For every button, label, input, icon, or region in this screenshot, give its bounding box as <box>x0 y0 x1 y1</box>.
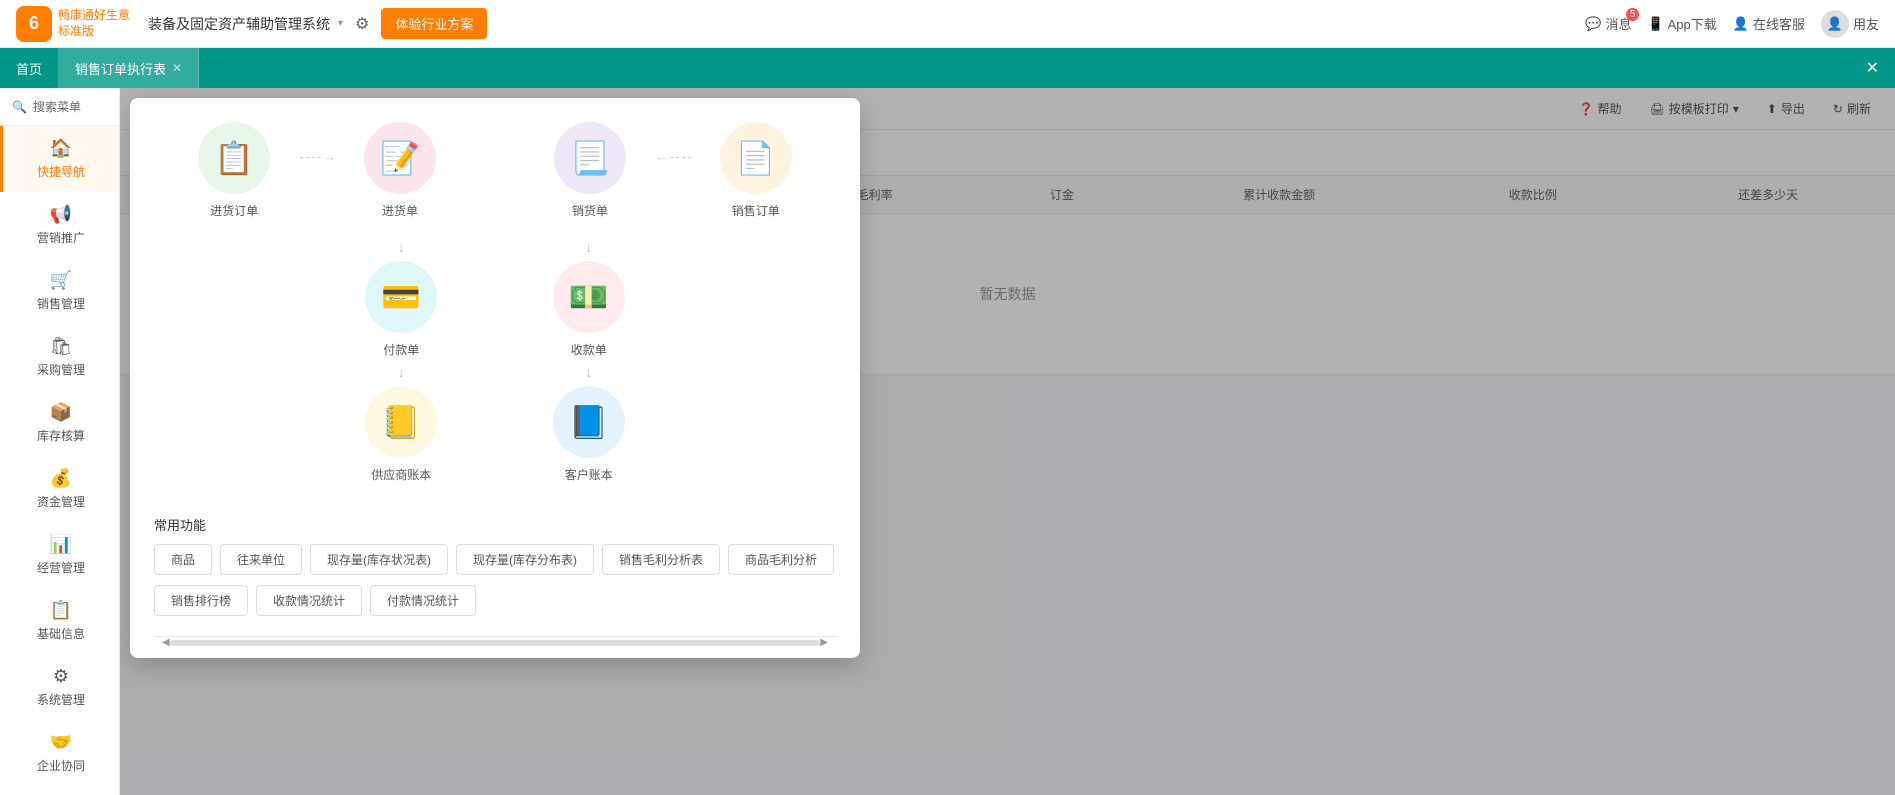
purchase-icon: 🛍 <box>50 336 73 357</box>
func-btn-goods-gross[interactable]: 商品毛利分析 <box>728 544 834 575</box>
user-avatar[interactable]: 👤 用友 <box>1821 10 1879 38</box>
operation-icon: 📊 <box>50 534 72 555</box>
workflow-payment-bill[interactable]: 💳 付款单 <box>336 261 466 358</box>
payment-bill-label: 付款单 <box>383 341 419 358</box>
service-icon: 👤 <box>1733 16 1749 32</box>
sidebar-item-finance[interactable]: 💰 资金管理 <box>0 456 119 522</box>
func-btn-payment-stats[interactable]: 付款情况统计 <box>370 585 476 616</box>
func-btn-inventory-status[interactable]: 现存量(库存状况表) <box>310 544 448 575</box>
trial-button[interactable]: 体验行业方案 <box>381 8 487 39</box>
nav-items: 🏠 快捷导航 📢 营销推广 🛒 销售管理 🛍 采购管理 📦 库存核 <box>0 126 119 795</box>
purchase-order-circle: 📋 <box>198 122 270 194</box>
receipt-bill-circle: 💵 <box>553 261 625 333</box>
logo-area: 6 畅康通好生意 标准版 <box>16 6 136 42</box>
scroll-left-icon[interactable]: ◀ <box>162 637 170 648</box>
workflow-purchase-order[interactable]: 📋 进货订单 <box>169 122 299 219</box>
sidebar-item-system[interactable]: ⚙ 系统管理 <box>0 654 119 720</box>
logo-text: 畅康通好生意 标准版 <box>58 8 130 39</box>
system-icon: ⚙ <box>53 666 69 687</box>
finance-icon: 💰 <box>50 468 72 489</box>
logo-icon: 6 <box>16 6 52 42</box>
workflow-section: 📋 进货订单 - - - - → 📝 <box>154 122 836 495</box>
system-title-dropdown-icon[interactable]: ▾ <box>338 18 343 29</box>
horizontal-scrollbar[interactable] <box>170 640 821 646</box>
marketing-icon: 📢 <box>50 204 72 225</box>
func-btn-goods[interactable]: 商品 <box>154 544 212 575</box>
settings-icon[interactable]: ⚙ <box>355 14 369 34</box>
receipt-bill-label: 收款单 <box>571 341 607 358</box>
close-all-button[interactable]: ✕ <box>1850 58 1895 78</box>
func-btn-sales-gross[interactable]: 销售毛利分析表 <box>602 544 720 575</box>
modal-overlay[interactable]: 📋 进货订单 - - - - → 📝 <box>120 88 1895 795</box>
tab-sales-label: 销售订单执行表 <box>75 59 166 78</box>
sidebar-item-purchase[interactable]: 🛍 采购管理 <box>0 324 119 390</box>
payment-bill-circle: 💳 <box>365 261 437 333</box>
sidebar-item-sales[interactable]: 🛒 销售管理 <box>0 258 119 324</box>
search-icon: 🔍 <box>12 100 27 114</box>
sale-bill-label: 销货单 <box>572 202 608 219</box>
sidebar-item-inventory[interactable]: 📦 库存核算 <box>0 390 119 456</box>
tab-sales-order[interactable]: 销售订单执行表 ✕ <box>59 48 199 88</box>
content-area: ❓ 帮助 🖨 按模板打印 ▾ ⬆ 导出 ↻ 刷新 <box>120 88 1895 795</box>
func-buttons-row1: 商品 往来单位 现存量(库存状况表) 现存量(库存分布表) 销售毛利分析表 商品… <box>154 544 836 575</box>
sidebar: 🔍 搜索菜单 🏠 快捷导航 📢 营销推广 🛒 销售管理 🛍 <box>0 88 120 795</box>
purchase-bill-circle: 📝 <box>364 122 436 194</box>
message-badge: 5 <box>1626 8 1640 21</box>
tab-home-label: 首页 <box>16 59 42 78</box>
tab-bar: 首页 销售订单执行表 ✕ ✕ <box>0 48 1895 88</box>
func-btn-sales-rank[interactable]: 销售排行榜 <box>154 585 248 616</box>
workflow-sale-order[interactable]: 📄 销售订单 <box>691 122 821 219</box>
sidebar-item-guide[interactable]: 📖 新手引导 <box>0 786 119 795</box>
supplier-ledger-label: 供应商账本 <box>371 466 431 483</box>
scroll-right-icon[interactable]: ▶ <box>820 637 828 648</box>
download-icon: 📱 <box>1647 16 1663 32</box>
sidebar-item-operation[interactable]: 📊 经营管理 <box>0 522 119 588</box>
sale-order-label: 销售订单 <box>732 202 780 219</box>
func-btn-contacts[interactable]: 往来单位 <box>220 544 302 575</box>
online-service-button[interactable]: 👤 在线客服 <box>1733 14 1805 33</box>
avatar-icon: 👤 <box>1821 10 1849 38</box>
system-title: 装备及固定资产辅助管理系统 ▾ <box>148 14 343 34</box>
inventory-icon: 📦 <box>50 402 72 423</box>
sales-icon: 🛒 <box>50 270 72 291</box>
basic-icon: 📋 <box>50 600 72 621</box>
app-download-button[interactable]: 📱 App下载 <box>1647 14 1716 33</box>
workflow-supplier-ledger[interactable]: 📒 供应商账本 <box>336 386 466 483</box>
message-button[interactable]: 💬 消息 5 <box>1585 14 1631 33</box>
workflow-sale-bill[interactable]: 📃 销货单 <box>525 122 655 219</box>
message-icon: 💬 <box>1585 16 1601 32</box>
customer-ledger-label: 客户账本 <box>565 466 613 483</box>
tab-home[interactable]: 首页 <box>0 48 59 88</box>
tab-close-icon[interactable]: ✕ <box>172 61 182 75</box>
common-func-title: 常用功能 <box>154 515 836 534</box>
header-right: 💬 消息 5 📱 App下载 👤 在线客服 👤 用友 <box>1585 10 1879 38</box>
workflow-receipt-bill[interactable]: 💵 收款单 <box>524 261 654 358</box>
customer-ledger-circle: 📘 <box>553 386 625 458</box>
sale-bill-circle: 📃 <box>554 122 626 194</box>
func-btn-inventory-dist[interactable]: 现存量(库存分布表) <box>456 544 594 575</box>
sidebar-item-enterprise[interactable]: 🤝 企业协同 <box>0 720 119 786</box>
quick-nav-icon: 🏠 <box>50 138 72 159</box>
modal-box: 📋 进货订单 - - - - → 📝 <box>130 98 860 658</box>
workflow-customer-ledger[interactable]: 📘 客户账本 <box>524 386 654 483</box>
sidebar-item-quick-nav[interactable]: 🏠 快捷导航 <box>0 126 119 192</box>
workflow-top-row: 📋 进货订单 - - - - → 📝 <box>154 122 836 219</box>
func-buttons-row2: 销售排行榜 收款情况统计 付款情况统计 <box>154 585 836 616</box>
scroll-area: ◀ ▶ <box>154 636 836 648</box>
sale-order-circle: 📄 <box>720 122 792 194</box>
purchase-bill-label: 进货单 <box>382 202 418 219</box>
enterprise-icon: 🤝 <box>50 732 72 753</box>
func-btn-receipt-stats[interactable]: 收款情况统计 <box>256 585 362 616</box>
search-menu[interactable]: 🔍 搜索菜单 <box>0 88 119 126</box>
purchase-order-label: 进货订单 <box>210 202 258 219</box>
common-func-section: 常用功能 商品 往来单位 现存量(库存状况表) 现存量(库存分布表) 销售毛利分… <box>154 515 836 616</box>
supplier-ledger-circle: 📒 <box>365 386 437 458</box>
sidebar-item-marketing[interactable]: 📢 营销推广 <box>0 192 119 258</box>
workflow-purchase-bill[interactable]: 📝 进货单 <box>335 122 465 219</box>
sidebar-item-basic[interactable]: 📋 基础信息 <box>0 588 119 654</box>
